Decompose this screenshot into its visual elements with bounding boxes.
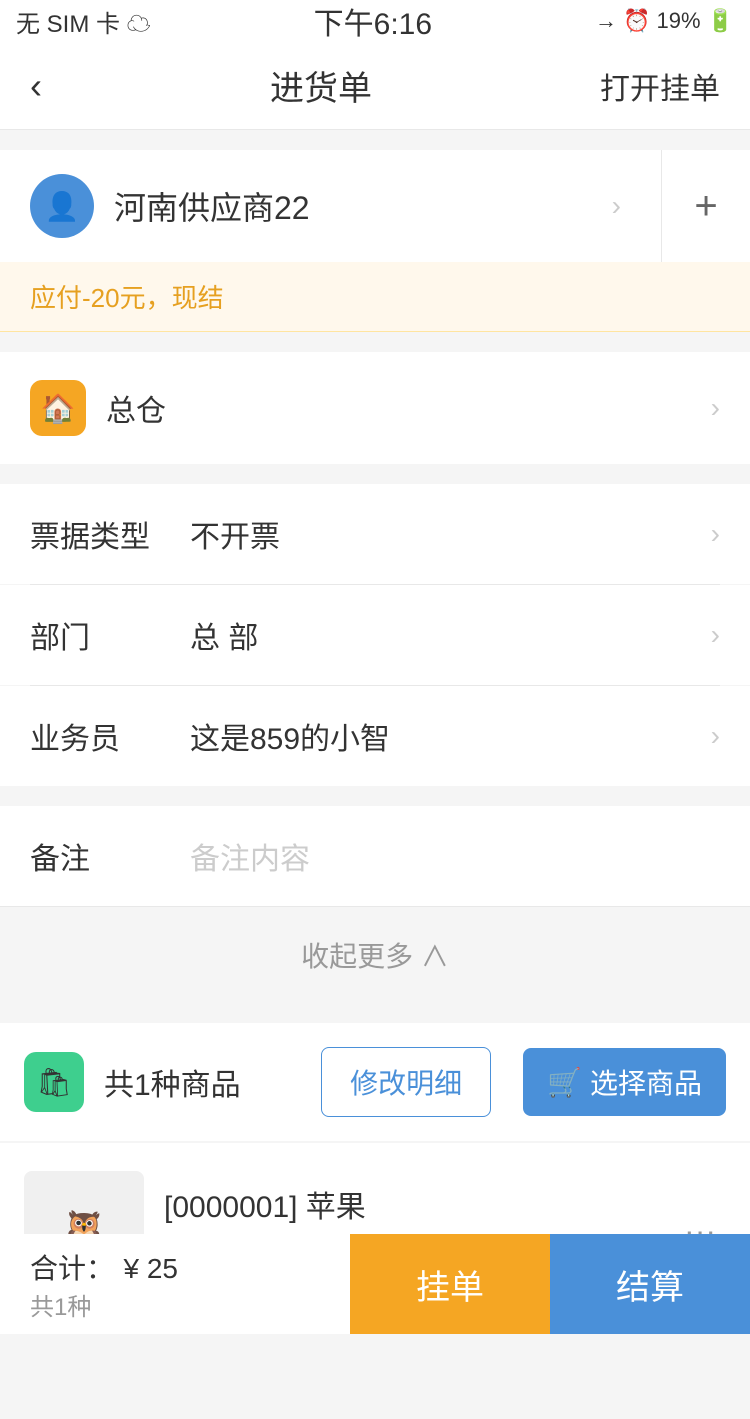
plus-icon: + bbox=[694, 184, 717, 229]
department-label: 部门 bbox=[30, 613, 170, 657]
supplier-chevron-icon: › bbox=[612, 190, 641, 222]
invoice-label: 票据类型 bbox=[30, 512, 170, 556]
notice-bar: 应付-20元，现结 bbox=[0, 262, 750, 332]
department-row[interactable]: 部门 总 部 › bbox=[0, 585, 750, 685]
suspend-button[interactable]: 挂单 bbox=[350, 1234, 550, 1334]
settle-button[interactable]: 结算 bbox=[550, 1234, 750, 1334]
battery-percent: 19% bbox=[657, 8, 701, 34]
salesman-label: 业务员 bbox=[30, 714, 170, 758]
total-value: ¥ 25 bbox=[123, 1253, 178, 1284]
battery-bar: 🔋 bbox=[707, 8, 734, 34]
salesman-value: 这是859的小智 bbox=[170, 714, 711, 758]
status-bar: 无 SIM 卡 ☁ 下午6:16 → ⏰ 19% 🔋 bbox=[0, 0, 750, 42]
nav-bar: ‹ 进货单 打开挂单 bbox=[0, 42, 750, 130]
warehouse-name: 总仓 bbox=[106, 386, 691, 430]
total-info: 合计： ¥ 25 共1种 bbox=[0, 1247, 350, 1322]
gap-4 bbox=[0, 786, 750, 806]
salesman-chevron-icon: › bbox=[711, 720, 720, 752]
bag-icon: 🛍 bbox=[36, 1066, 72, 1099]
gap-2 bbox=[0, 332, 750, 352]
product-title: 苹果 bbox=[306, 1191, 366, 1224]
product-count-icon: 🛍 bbox=[24, 1052, 84, 1112]
gap-3 bbox=[0, 464, 750, 484]
total-count: 共1种 bbox=[30, 1287, 320, 1322]
total-amount: 合计： ¥ 25 bbox=[30, 1247, 320, 1287]
product-header: 🛍 共1种商品 修改明细 🛒 选择商品 bbox=[0, 1023, 750, 1141]
supplier-avatar: 👤 bbox=[30, 174, 94, 238]
remark-row[interactable]: 备注 备注内容 bbox=[0, 806, 750, 906]
product-name: [0000001] 苹果 bbox=[164, 1182, 654, 1226]
collapse-label: 收起更多 ∧ bbox=[301, 941, 449, 972]
remark-input[interactable]: 备注内容 bbox=[170, 834, 720, 878]
invoice-row[interactable]: 票据类型 不开票 › bbox=[0, 484, 750, 584]
status-time: 下午6:16 bbox=[314, 0, 432, 43]
salesman-row[interactable]: 业务员 这是859的小智 › bbox=[0, 686, 750, 786]
warehouse-row[interactable]: 🏠 总仓 › bbox=[0, 352, 750, 464]
total-label: 合计： bbox=[30, 1253, 114, 1284]
cart-icon: 🛒 bbox=[547, 1066, 582, 1099]
remark-label: 备注 bbox=[30, 834, 170, 878]
status-left: 无 SIM 卡 ☁ bbox=[16, 4, 151, 39]
home-icon: 🏠 bbox=[41, 392, 76, 425]
supplier-name: 河南供应商22 bbox=[114, 183, 592, 229]
select-product-button[interactable]: 🛒 选择商品 bbox=[523, 1048, 726, 1116]
avatar-icon: 👤 bbox=[45, 190, 80, 223]
select-product-label: 选择商品 bbox=[590, 1062, 702, 1102]
battery-icon: → ⏰ bbox=[595, 8, 651, 34]
status-right: → ⏰ 19% 🔋 bbox=[595, 8, 734, 34]
product-count: 共1种商品 bbox=[104, 1060, 301, 1104]
product-id: [0000001] bbox=[164, 1191, 306, 1224]
edit-detail-button[interactable]: 修改明细 bbox=[321, 1047, 491, 1117]
add-supplier-button[interactable]: + bbox=[662, 150, 750, 262]
invoice-value: 不开票 bbox=[170, 512, 711, 556]
signal-text: 无 SIM 卡 ☁ bbox=[16, 4, 151, 39]
back-button[interactable]: ‹ bbox=[30, 65, 42, 107]
warehouse-icon: 🏠 bbox=[30, 380, 86, 436]
supplier-selector[interactable]: 👤 河南供应商22 › bbox=[0, 150, 661, 262]
invoice-chevron-icon: › bbox=[711, 518, 720, 550]
department-chevron-icon: › bbox=[711, 619, 720, 651]
page-title: 进货单 bbox=[270, 61, 372, 110]
bottom-bar: 合计： ¥ 25 共1种 挂单 结算 bbox=[0, 1234, 750, 1334]
department-value: 总 部 bbox=[170, 613, 711, 657]
collapse-row[interactable]: 收起更多 ∧ bbox=[0, 906, 750, 1003]
warehouse-chevron-icon: › bbox=[711, 392, 720, 424]
gap-1 bbox=[0, 130, 750, 150]
supplier-section: 👤 河南供应商22 › + bbox=[0, 150, 750, 262]
open-pending-button[interactable]: 打开挂单 bbox=[600, 64, 720, 108]
